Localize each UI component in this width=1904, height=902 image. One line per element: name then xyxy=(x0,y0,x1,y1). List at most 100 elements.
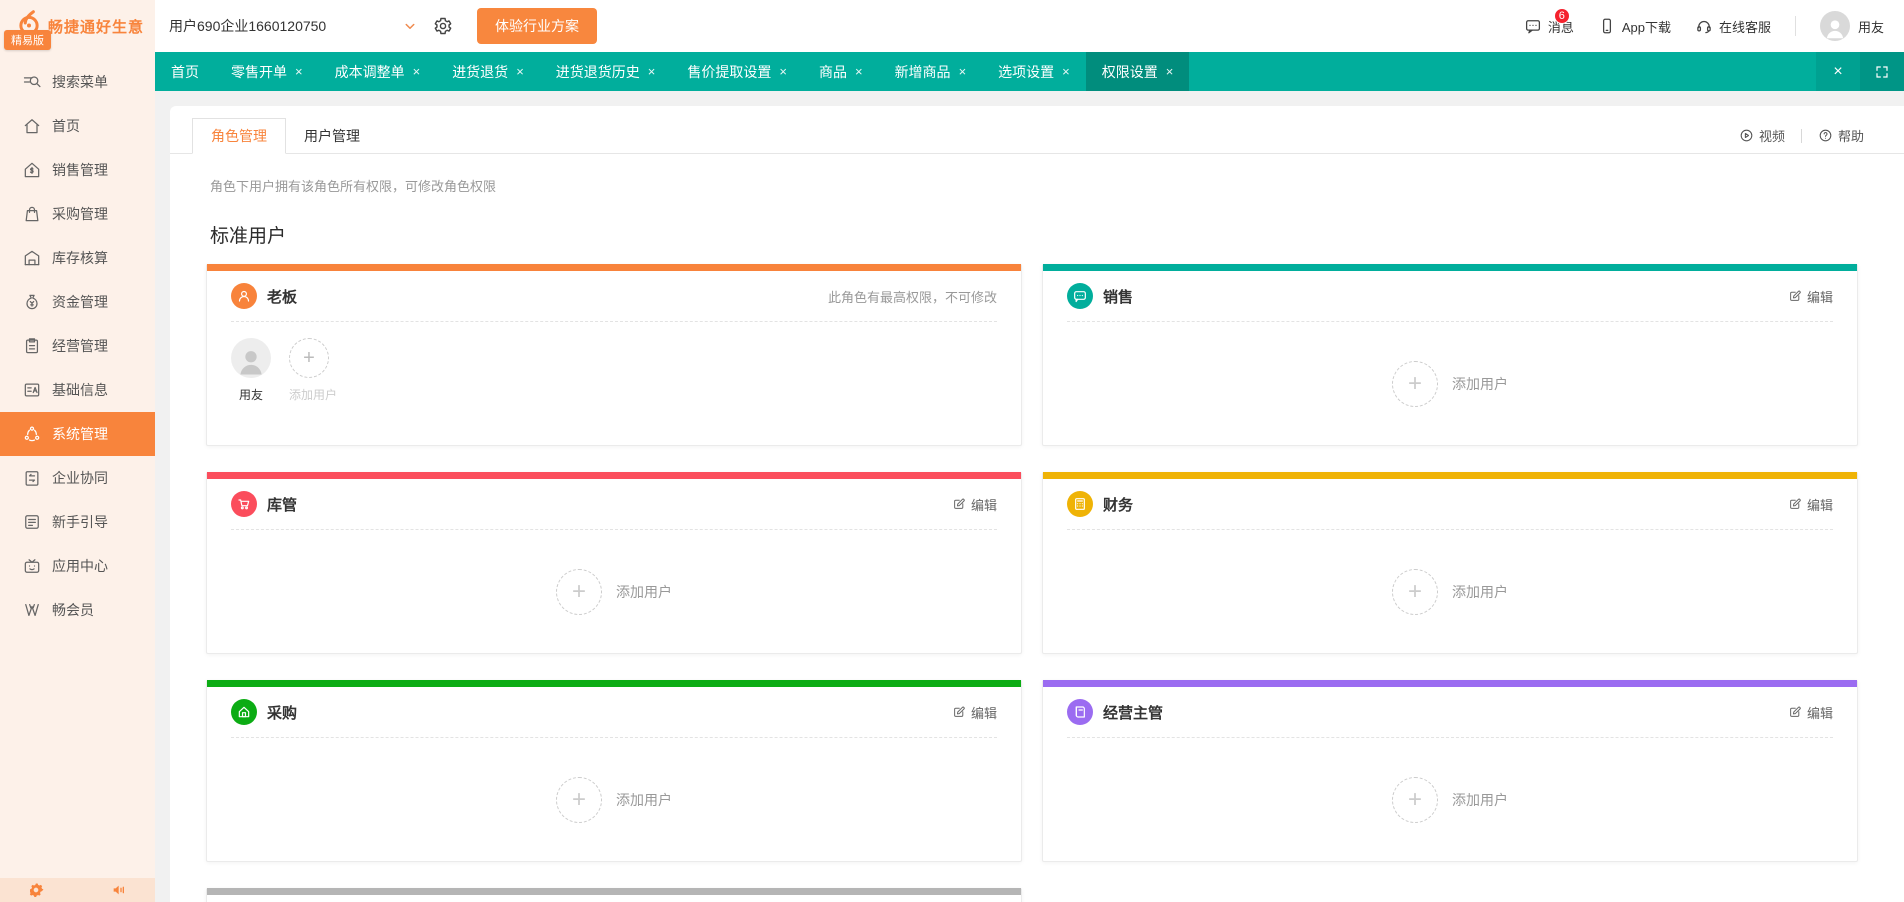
role-card: 库管 编辑 + 添加用户 xyxy=(206,472,1022,654)
edit-role-button[interactable]: 编辑 xyxy=(1788,287,1833,306)
close-all-tabs-button[interactable]: × xyxy=(1816,52,1860,91)
tab-label: 成本调整单 xyxy=(334,63,405,80)
speaker-icon[interactable] xyxy=(111,882,127,898)
role-color-bar xyxy=(207,264,1021,271)
tab-role-management[interactable]: 角色管理 xyxy=(192,118,286,154)
tab-4[interactable]: 进货退货历史 × xyxy=(540,52,672,91)
sidebar-item-search-menu[interactable]: 搜索菜单 xyxy=(0,60,155,104)
calculator-icon xyxy=(1067,491,1093,517)
app-window: 畅捷通好生意 精易版 搜索菜单 首页 销售管理 采购管理 库存核算 资金管理 经… xyxy=(0,0,1904,902)
trial-industry-plan-button[interactable]: 体验行业方案 xyxy=(477,8,597,44)
document-tab-bar: 首页 零售开单 × 成本调整单 × 进货退货 × 进货退货历史 × 售价提取设置… xyxy=(155,52,1904,91)
header-divider xyxy=(1794,16,1796,36)
message-icon xyxy=(1524,17,1542,35)
edit-button-label: 编辑 xyxy=(970,497,997,513)
add-user-button[interactable]: + xyxy=(1392,777,1438,823)
add-user-button[interactable]: + xyxy=(1392,361,1438,407)
edit-role-button[interactable]: 编辑 xyxy=(952,703,997,722)
edit-button-label: 编辑 xyxy=(1806,705,1833,721)
add-user-button[interactable]: + xyxy=(556,569,602,615)
add-user-label: 添加用户 xyxy=(289,388,338,402)
operations-icon xyxy=(22,336,42,356)
tab-3[interactable]: 进货退货 × xyxy=(436,52,540,91)
role-card-header: 老板 此角色有最高权限，不可修改 xyxy=(207,271,1021,321)
gear-icon[interactable] xyxy=(433,16,453,36)
person-icon xyxy=(231,283,257,309)
member-name: 用友 xyxy=(238,388,263,402)
tab-close-icon[interactable]: × xyxy=(295,64,303,79)
tab-1[interactable]: 零售开单 × xyxy=(215,52,319,91)
role-card-body: + 添加用户 xyxy=(207,738,1021,862)
user-avatar-icon xyxy=(1819,11,1850,41)
tab-6[interactable]: 商品 × xyxy=(803,52,879,91)
video-link[interactable]: 视频 xyxy=(1739,126,1785,145)
tab-label: 进货退货历史 xyxy=(555,63,640,80)
tab-0[interactable]: 首页 xyxy=(155,52,215,91)
help-link[interactable]: 帮助 xyxy=(1818,126,1864,145)
panel-tab-row: 角色管理 用户管理 视频 帮助 xyxy=(170,106,1904,154)
edit-role-button[interactable]: 编辑 xyxy=(1788,495,1833,514)
sidebar-item-member[interactable]: 畅会员 xyxy=(0,588,155,632)
role-card: 财务 编辑 + 添加用户 xyxy=(1042,472,1858,654)
settings-gear-icon[interactable] xyxy=(28,882,44,898)
tab-close-icon[interactable]: × xyxy=(413,64,421,79)
edit-role-button[interactable]: 编辑 xyxy=(952,495,997,514)
tab-5[interactable]: 售价提取设置 × xyxy=(671,52,803,91)
sidebar-item-purchase[interactable]: 采购管理 xyxy=(0,192,155,236)
add-user-label[interactable]: 添加用户 xyxy=(1452,374,1508,394)
edit-role-button[interactable]: 编辑 xyxy=(1788,703,1833,722)
member: 用友 xyxy=(231,338,271,403)
tab-9[interactable]: 权限设置 × xyxy=(1085,52,1190,91)
sidebar-item-operations[interactable]: 经营管理 xyxy=(0,324,155,368)
add-user-label[interactable]: 添加用户 xyxy=(616,582,672,602)
role-card-header: 销售 编辑 xyxy=(1043,271,1857,321)
sidebar-item-collab[interactable]: 企业协同 xyxy=(0,456,155,500)
add-user-button[interactable]: + 添加用户 xyxy=(289,338,337,403)
sidebar-item-app-center[interactable]: 应用中心 xyxy=(0,544,155,588)
account-select-value: 用户690企业1660120750 xyxy=(169,18,327,34)
permissions-panel: 角色管理 用户管理 视频 帮助 角色下用户拥有该角色所有权限，可修改角色权限 标… xyxy=(170,106,1904,902)
edit-pencil-icon xyxy=(1788,497,1802,511)
tab-2[interactable]: 成本调整单 × xyxy=(319,52,437,91)
tab-label: 首页 xyxy=(171,63,199,80)
sidebar-item-sales[interactable]: 销售管理 xyxy=(0,148,155,192)
add-user-label[interactable]: 添加用户 xyxy=(1452,582,1508,602)
sidebar-item-newbie[interactable]: 新手引导 xyxy=(0,500,155,544)
tab-close-icon[interactable]: × xyxy=(516,64,524,79)
sidebar-item-inventory[interactable]: 库存核算 xyxy=(0,236,155,280)
user-menu[interactable]: 用友 xyxy=(1819,11,1884,41)
tab-close-icon[interactable]: × xyxy=(1166,64,1174,79)
tab-close-icon[interactable]: × xyxy=(1062,64,1070,79)
add-user-label[interactable]: 添加用户 xyxy=(616,790,672,810)
tab-8[interactable]: 选项设置 × xyxy=(982,52,1086,91)
online-service-button[interactable]: 在线客服 xyxy=(1695,17,1771,36)
edit-pencil-icon xyxy=(1788,289,1802,303)
sidebar-item-basic-info[interactable]: 基础信息 xyxy=(0,368,155,412)
tab-close-icon[interactable]: × xyxy=(959,64,967,79)
app-download-button[interactable]: App下载 xyxy=(1598,17,1671,36)
funds-icon xyxy=(22,292,42,312)
sidebar-item-system[interactable]: 系统管理 xyxy=(0,412,155,456)
search-menu-icon xyxy=(22,72,42,92)
sidebar-item-funds[interactable]: 资金管理 xyxy=(0,280,155,324)
add-user-button[interactable]: + xyxy=(556,777,602,823)
add-user-label[interactable]: 添加用户 xyxy=(1452,790,1508,810)
role-color-bar xyxy=(1043,264,1857,271)
add-user-button[interactable]: + xyxy=(1392,569,1438,615)
cart-icon xyxy=(231,491,257,517)
tab-user-management[interactable]: 用户管理 xyxy=(286,119,378,153)
fullscreen-icon[interactable] xyxy=(1860,52,1904,91)
role-card: 采购 编辑 + 添加用户 xyxy=(206,680,1022,862)
messages-button[interactable]: 消息 6 xyxy=(1524,7,1574,36)
member-avatar-icon xyxy=(231,338,271,378)
account-select[interactable]: 用户690企业1660120750 xyxy=(169,16,419,36)
role-card-header: 库管 编辑 xyxy=(207,479,1021,529)
tab-close-icon[interactable]: × xyxy=(648,64,656,79)
tab-close-icon[interactable]: × xyxy=(779,64,787,79)
tab-close-icon[interactable]: × xyxy=(855,64,863,79)
tab-7[interactable]: 新增商品 × xyxy=(879,52,983,91)
brand-name: 畅捷通好生意 xyxy=(48,19,145,36)
role-name: 老板 xyxy=(267,288,298,306)
sidebar-item-home[interactable]: 首页 xyxy=(0,104,155,148)
plus-icon[interactable]: + xyxy=(289,338,329,378)
